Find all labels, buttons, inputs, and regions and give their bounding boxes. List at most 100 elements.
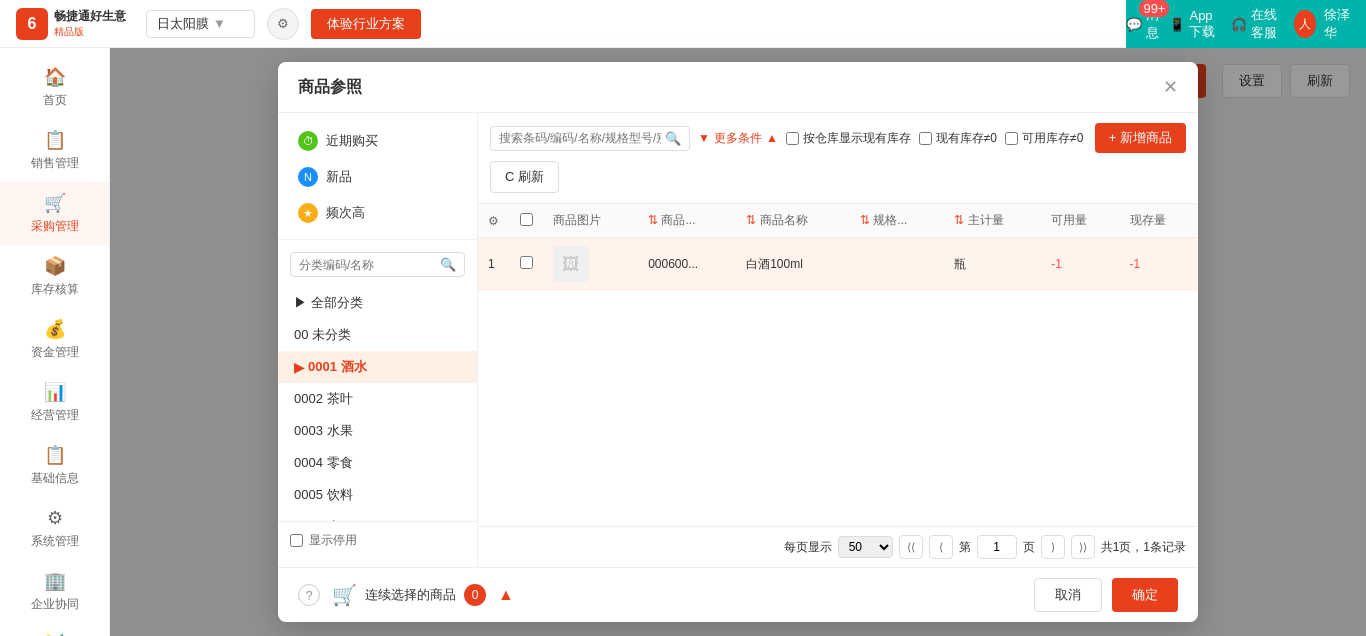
sidebar-item-business[interactable]: 📊 经营管理 (0, 371, 109, 434)
category-item-0001[interactable]: ▶ 0001 酒水 (278, 351, 477, 383)
row-checkbox[interactable] (510, 238, 543, 291)
col-code[interactable]: ⇅ 商品... (638, 204, 736, 238)
category-item-all[interactable]: ▶ 全部分类 (278, 287, 477, 319)
new-icon: N (298, 167, 318, 187)
product-search-icon[interactable]: 🔍 (665, 131, 681, 146)
recent-label: 近期购买 (326, 132, 378, 150)
sidebar-label-finance: 资金管理 (31, 344, 79, 361)
quick-actions: ⏱ 近期购买 N 新品 ★ 频次高 (278, 121, 477, 233)
last-page-button[interactable]: ⟩⟩ (1071, 535, 1095, 559)
store-selector[interactable]: 日太阳膜 ▼ (146, 10, 255, 38)
top-header: 6 畅捷通好生意 精品版 日太阳膜 ▼ ⚙ 体验行业方案 💬 消息 99+ 📱 … (0, 0, 1366, 48)
filter-arrow-up: ▲ (766, 131, 778, 145)
category-search-input[interactable] (299, 258, 436, 272)
next-page-button[interactable]: ⟩ (1041, 535, 1065, 559)
new-products[interactable]: N 新品 (290, 161, 465, 193)
check-avail-input[interactable] (1005, 132, 1018, 145)
sidebar-item-guide[interactable]: 🔰 新手引导 (0, 623, 109, 636)
modal-overlay: 商品参照 ✕ ⏱ 近期购买 N 新品 (110, 48, 1366, 636)
product-search-input[interactable] (499, 131, 661, 145)
notification-icon: 💬 (1126, 17, 1142, 32)
cancel-button[interactable]: 取消 (1034, 578, 1102, 612)
row-index: 1 (478, 238, 510, 291)
product-table: ⚙ 商品图片 ⇅ 商品... ⇅ (478, 204, 1198, 291)
sidebar-item-finance[interactable]: 💰 资金管理 (0, 308, 109, 371)
row-available: -1 (1041, 238, 1119, 291)
right-panel: 🔍 ▼ 更多条件 ▲ 按仓库显示现有库存 (478, 113, 1198, 567)
sidebar-item-sales[interactable]: 📋 销售管理 (0, 119, 109, 182)
sidebar-item-corp[interactable]: 🏢 企业协同 (0, 560, 109, 623)
col-unit[interactable]: ⇅ 主计量 (944, 204, 1041, 238)
col-settings[interactable]: ⚙ (478, 204, 510, 238)
refresh-product-button[interactable]: C 刷新 (490, 161, 559, 193)
category-0004-label: 0004 零食 (294, 454, 353, 472)
row-name: 白酒100ml (736, 238, 850, 291)
cart-label: 连续选择的商品 (365, 586, 456, 604)
sidebar-item-purchase[interactable]: 🛒 采购管理 (0, 182, 109, 245)
modal-title: 商品参照 (298, 77, 362, 98)
help-button[interactable]: ? (298, 584, 320, 606)
sidebar-item-home[interactable]: 🏠 首页 (0, 56, 109, 119)
modal-footer: ? 🛒 连续选择的商品 0 ▲ 取消 确定 (278, 567, 1198, 622)
avatar[interactable]: 人 (1294, 10, 1316, 38)
collapse-arrow-button[interactable]: ▲ (498, 586, 514, 604)
finance-icon: 💰 (44, 318, 66, 340)
sidebar-label-sales: 销售管理 (31, 155, 79, 172)
table-row[interactable]: 1 🖼 000600... 白酒100ml 瓶 (478, 238, 1198, 291)
first-page-button[interactable]: ⟨⟨ (899, 535, 923, 559)
new-label: 新品 (326, 168, 352, 186)
app-download-item[interactable]: 📱 App下载 (1169, 8, 1222, 41)
col-spec[interactable]: ⇅ 规格... (850, 204, 944, 238)
row-image: 🖼 (543, 238, 638, 291)
category-item-0008[interactable]: 0008 水 (278, 511, 477, 521)
category-item-0005[interactable]: 0005 饮料 (278, 479, 477, 511)
check-stock-input[interactable] (919, 132, 932, 145)
row-stock: -1 (1120, 238, 1198, 291)
sidebar-item-system[interactable]: ⚙ 系统管理 (0, 497, 109, 560)
modal-close-button[interactable]: ✕ (1163, 76, 1178, 98)
divider (278, 239, 477, 240)
col-available: 可用量 (1041, 204, 1119, 238)
filter-button[interactable]: ▼ 更多条件 ▲ (698, 130, 778, 147)
frequent-products[interactable]: ★ 频次高 (290, 197, 465, 229)
check-avail-nonzero[interactable]: 可用库存≠0 (1005, 130, 1083, 147)
check-avail-label: 可用库存≠0 (1022, 130, 1083, 147)
sidebar: 🏠 首页 📋 销售管理 🛒 采购管理 📦 库存核算 💰 资金管理 📊 经营管理 … (0, 48, 110, 636)
exp-button[interactable]: 体验行业方案 (311, 9, 421, 39)
corp-icon: 🏢 (44, 570, 66, 592)
cart-count-badge: 0 (464, 584, 486, 606)
cart-area: 🛒 连续选择的商品 0 (332, 583, 486, 607)
sidebar-item-inventory[interactable]: 📦 库存核算 (0, 245, 109, 308)
category-item-0002[interactable]: 0002 茶叶 (278, 383, 477, 415)
confirm-button[interactable]: 确定 (1112, 578, 1178, 612)
logo-text-wrap: 畅捷通好生意 精品版 (54, 8, 126, 39)
check-warehouse[interactable]: 按仓库显示现有库存 (786, 130, 911, 147)
filter-icon: ▼ (698, 131, 710, 145)
category-item-0003[interactable]: 0003 水果 (278, 415, 477, 447)
prev-page-button[interactable]: ⟨ (929, 535, 953, 559)
check-warehouse-input[interactable] (786, 132, 799, 145)
show-disabled-checkbox[interactable] (290, 534, 303, 547)
select-all-checkbox[interactable] (520, 213, 533, 226)
category-search-icon[interactable]: 🔍 (440, 257, 456, 272)
gear-button[interactable]: ⚙ (267, 8, 299, 40)
col-name[interactable]: ⇅ 商品名称 (736, 204, 850, 238)
col-check[interactable] (510, 204, 543, 238)
per-page-select[interactable]: 50 100 200 (838, 536, 893, 558)
recent-purchases[interactable]: ⏱ 近期购买 (290, 125, 465, 157)
main-layout: 🏠 首页 📋 销售管理 🛒 采购管理 📦 库存核算 💰 资金管理 📊 经营管理 … (0, 48, 1366, 636)
all-categories-label: ▶ 全部分类 (294, 294, 363, 312)
category-item-0004[interactable]: 0004 零食 (278, 447, 477, 479)
add-product-button[interactable]: + 新增商品 (1095, 123, 1186, 153)
online-service-item[interactable]: 🎧 在线客服 (1231, 6, 1287, 42)
sidebar-item-basic[interactable]: 📋 基础信息 (0, 434, 109, 497)
notification-item[interactable]: 💬 消息 99+ (1126, 6, 1161, 42)
check-stock-nonzero[interactable]: 现有库存≠0 (919, 130, 997, 147)
page-number-input[interactable] (977, 535, 1017, 559)
row-spec (850, 238, 944, 291)
category-item-00[interactable]: 00 未分类 (278, 319, 477, 351)
category-00-label: 00 未分类 (294, 326, 351, 344)
row-unit: 瓶 (944, 238, 1041, 291)
freq-label: 频次高 (326, 204, 365, 222)
system-icon: ⚙ (47, 507, 63, 529)
